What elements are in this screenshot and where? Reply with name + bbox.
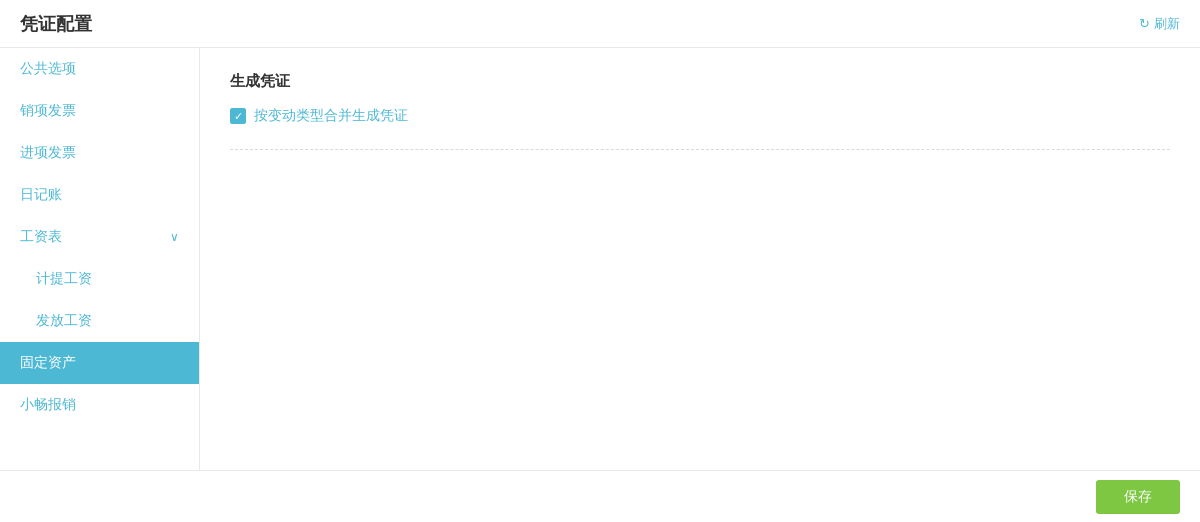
sidebar-item-payroll-distribute[interactable]: 发放工资 [0,300,199,342]
sidebar-item-label: 发放工资 [36,312,92,330]
main-content: 生成凭证 按变动类型合并生成凭证 [200,48,1200,470]
section-title: 生成凭证 [230,72,1170,91]
sidebar-item-purchase-invoice[interactable]: 进项发票 [0,132,199,174]
sidebar-item-payroll-calculate[interactable]: 计提工资 [0,258,199,300]
merge-checkbox[interactable] [230,108,246,124]
chevron-down-icon: ∨ [170,230,179,244]
sidebar-item-payroll[interactable]: 工资表 ∨ [0,216,199,258]
sidebar-item-label: 公共选项 [20,60,76,78]
page-title: 凭证配置 [20,12,92,36]
sidebar-item-expense-claim[interactable]: 小畅报销 [0,384,199,426]
refresh-button[interactable]: ↻ 刷新 [1139,15,1180,33]
sidebar-item-label: 销项发票 [20,102,76,120]
sidebar-item-label: 工资表 [20,228,62,246]
sidebar-item-label: 进项发票 [20,144,76,162]
sidebar-item-label: 计提工资 [36,270,92,288]
sidebar-item-sales-invoice[interactable]: 销项发票 [0,90,199,132]
section-divider [230,149,1170,150]
sidebar-item-label: 日记账 [20,186,62,204]
page-wrapper: 凭证配置 ↻ 刷新 公共选项销项发票进项发票日记账工资表 ∨ 计提工资发放工资固定资… [0,0,1200,522]
sidebar-item-label: 固定资产 [20,354,76,372]
header: 凭证配置 ↻ 刷新 [0,0,1200,48]
save-button[interactable]: 保存 [1096,480,1180,514]
sidebar-item-label: 小畅报销 [20,396,76,414]
sidebar-item-journal[interactable]: 日记账 [0,174,199,216]
merge-checkbox-label[interactable]: 按变动类型合并生成凭证 [254,107,408,125]
sidebar: 公共选项销项发票进项发票日记账工资表 ∨ 计提工资发放工资固定资产小畅报销 [0,48,200,470]
refresh-label: 刷新 [1154,15,1180,33]
sidebar-item-fixed-assets[interactable]: 固定资产 [0,342,199,384]
body-layout: 公共选项销项发票进项发票日记账工资表 ∨ 计提工资发放工资固定资产小畅报销 生成凭证… [0,48,1200,470]
checkbox-row: 按变动类型合并生成凭证 [230,107,1170,125]
refresh-icon: ↻ [1139,16,1150,31]
sidebar-item-public-options[interactable]: 公共选项 [0,48,199,90]
footer: 保存 [0,470,1200,522]
